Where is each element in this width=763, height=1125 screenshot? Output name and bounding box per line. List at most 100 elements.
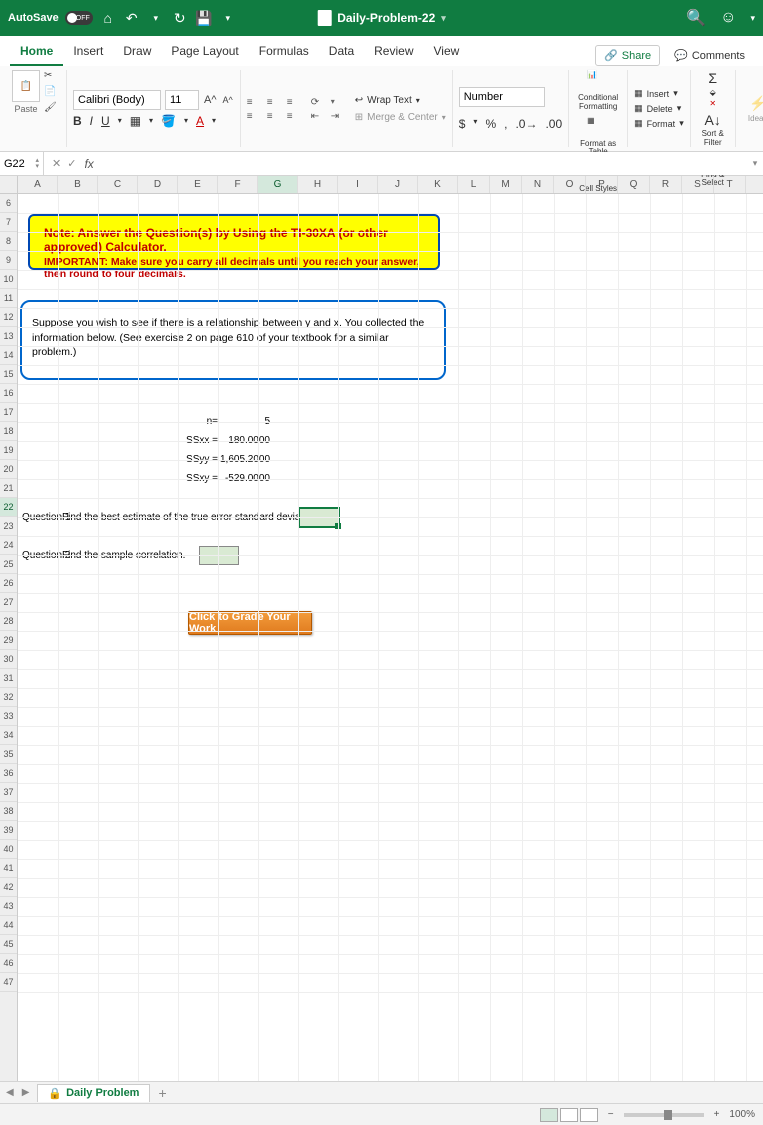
col-R[interactable]: R bbox=[650, 176, 682, 193]
cancel-formula-icon[interactable]: ✕ bbox=[52, 157, 61, 170]
zoom-slider[interactable] bbox=[624, 1113, 704, 1117]
border-dropdown[interactable]: ▾ bbox=[149, 116, 153, 125]
comments-button[interactable]: 💬Comments bbox=[666, 45, 753, 66]
col-P[interactable]: P bbox=[586, 176, 618, 193]
namebox-arrows[interactable]: ▴▾ bbox=[35, 158, 39, 170]
row-39[interactable]: 39 bbox=[0, 821, 17, 840]
search-icon[interactable]: 🔍 bbox=[686, 8, 706, 28]
zoom-in-button[interactable]: + bbox=[714, 1109, 720, 1120]
col-A[interactable]: A bbox=[18, 176, 58, 193]
sheet-nav-prev[interactable]: ◀ bbox=[6, 1087, 14, 1098]
cut-icon[interactable]: ✂ bbox=[44, 70, 60, 84]
formula-input[interactable] bbox=[102, 152, 747, 175]
border-button[interactable]: ▦ bbox=[130, 114, 141, 128]
sheet-nav-next[interactable]: ▶ bbox=[22, 1087, 30, 1098]
currency-button[interactable]: $ bbox=[459, 117, 466, 131]
comma-button[interactable]: , bbox=[504, 117, 507, 131]
format-cells-button[interactable]: ▦ Format ▾ bbox=[634, 118, 684, 129]
title-dropdown-icon[interactable]: ▾ bbox=[441, 13, 446, 24]
select-all-corner[interactable] bbox=[0, 176, 18, 193]
page-layout-view-button[interactable] bbox=[560, 1108, 578, 1122]
row-23[interactable]: 23 bbox=[0, 517, 17, 536]
font-color-button[interactable]: A bbox=[196, 114, 204, 128]
row-24[interactable]: 24 bbox=[0, 536, 17, 555]
col-F[interactable]: F bbox=[218, 176, 258, 193]
row-43[interactable]: 43 bbox=[0, 897, 17, 916]
tab-home[interactable]: Home bbox=[10, 40, 63, 66]
col-I[interactable]: I bbox=[338, 176, 378, 193]
align-center[interactable]: ≡ bbox=[267, 111, 281, 121]
decrease-decimal[interactable]: .00 bbox=[545, 117, 562, 131]
copy-icon[interactable]: 📄 bbox=[44, 86, 60, 100]
wrap-text-button[interactable]: ↩Wrap Text▾ bbox=[355, 95, 446, 106]
row-33[interactable]: 33 bbox=[0, 707, 17, 726]
row-35[interactable]: 35 bbox=[0, 745, 17, 764]
increase-font-icon[interactable]: A^ bbox=[203, 94, 218, 106]
col-T[interactable]: T bbox=[714, 176, 746, 193]
sheet-tab-daily-problem[interactable]: 🔒 Daily Problem bbox=[37, 1084, 150, 1102]
row-41[interactable]: 41 bbox=[0, 859, 17, 878]
row-11[interactable]: 11 bbox=[0, 289, 17, 308]
row-42[interactable]: 42 bbox=[0, 878, 17, 897]
row-31[interactable]: 31 bbox=[0, 669, 17, 688]
tab-review[interactable]: Review bbox=[364, 40, 423, 66]
row-38[interactable]: 38 bbox=[0, 802, 17, 821]
format-as-table-button[interactable]: ▦Format as Table bbox=[575, 116, 621, 158]
fill-dropdown[interactable]: ▾ bbox=[184, 116, 188, 125]
row-45[interactable]: 45 bbox=[0, 935, 17, 954]
decrease-indent[interactable]: ⇤ bbox=[311, 111, 325, 121]
row-30[interactable]: 30 bbox=[0, 650, 17, 669]
autosum-button[interactable]: Σ⬙✕ bbox=[697, 70, 729, 108]
zoom-value[interactable]: 100% bbox=[729, 1109, 755, 1120]
align-left[interactable]: ≡ bbox=[247, 111, 261, 121]
share-button[interactable]: 🔗Share bbox=[595, 45, 660, 66]
home-icon[interactable]: ⌂ bbox=[99, 9, 117, 27]
col-D[interactable]: D bbox=[138, 176, 178, 193]
row-17[interactable]: 17 bbox=[0, 403, 17, 422]
row-9[interactable]: 9 bbox=[0, 251, 17, 270]
tab-draw[interactable]: Draw bbox=[113, 40, 161, 66]
tab-formulas[interactable]: Formulas bbox=[249, 40, 319, 66]
row-18[interactable]: 18 bbox=[0, 422, 17, 441]
row-40[interactable]: 40 bbox=[0, 840, 17, 859]
redo-dropdown-icon[interactable]: ▾ bbox=[147, 9, 165, 27]
row-36[interactable]: 36 bbox=[0, 764, 17, 783]
qat-more-icon[interactable]: ▾ bbox=[219, 9, 237, 27]
format-painter-icon[interactable]: 🖌 bbox=[44, 102, 60, 116]
col-O[interactable]: O bbox=[554, 176, 586, 193]
ideas-button[interactable]: ⚡Ideas bbox=[742, 95, 763, 123]
page-break-view-button[interactable] bbox=[580, 1108, 598, 1122]
font-size-select[interactable] bbox=[165, 90, 199, 110]
col-E[interactable]: E bbox=[178, 176, 218, 193]
tab-view[interactable]: View bbox=[424, 40, 470, 66]
account-dropdown-icon[interactable]: ▾ bbox=[750, 13, 755, 24]
row-37[interactable]: 37 bbox=[0, 783, 17, 802]
row-22[interactable]: 22 bbox=[0, 498, 17, 517]
row-8[interactable]: 8 bbox=[0, 232, 17, 251]
col-N[interactable]: N bbox=[522, 176, 554, 193]
row-25[interactable]: 25 bbox=[0, 555, 17, 574]
row-7[interactable]: 7 bbox=[0, 213, 17, 232]
name-box[interactable]: G22 ▴▾ bbox=[0, 152, 44, 175]
bold-button[interactable]: B bbox=[73, 114, 82, 128]
col-G[interactable]: G bbox=[258, 176, 298, 193]
row-20[interactable]: 20 bbox=[0, 460, 17, 479]
font-color-dropdown[interactable]: ▾ bbox=[212, 116, 216, 125]
expand-formula-bar[interactable]: ▾ bbox=[747, 158, 763, 169]
row-47[interactable]: 47 bbox=[0, 973, 17, 992]
row-12[interactable]: 12 bbox=[0, 308, 17, 327]
accept-formula-icon[interactable]: ✓ bbox=[67, 157, 76, 170]
col-C[interactable]: C bbox=[98, 176, 138, 193]
row-19[interactable]: 19 bbox=[0, 441, 17, 460]
col-M[interactable]: M bbox=[490, 176, 522, 193]
row-16[interactable]: 16 bbox=[0, 384, 17, 403]
col-B[interactable]: B bbox=[58, 176, 98, 193]
row-32[interactable]: 32 bbox=[0, 688, 17, 707]
col-H[interactable]: H bbox=[298, 176, 338, 193]
sort-filter-button[interactable]: A↓Sort & Filter bbox=[697, 112, 729, 148]
font-name-select[interactable] bbox=[73, 90, 161, 110]
decrease-font-icon[interactable]: A^ bbox=[222, 95, 234, 105]
row-29[interactable]: 29 bbox=[0, 631, 17, 650]
align-top[interactable]: ≡ bbox=[247, 97, 261, 107]
col-S[interactable]: S bbox=[682, 176, 714, 193]
